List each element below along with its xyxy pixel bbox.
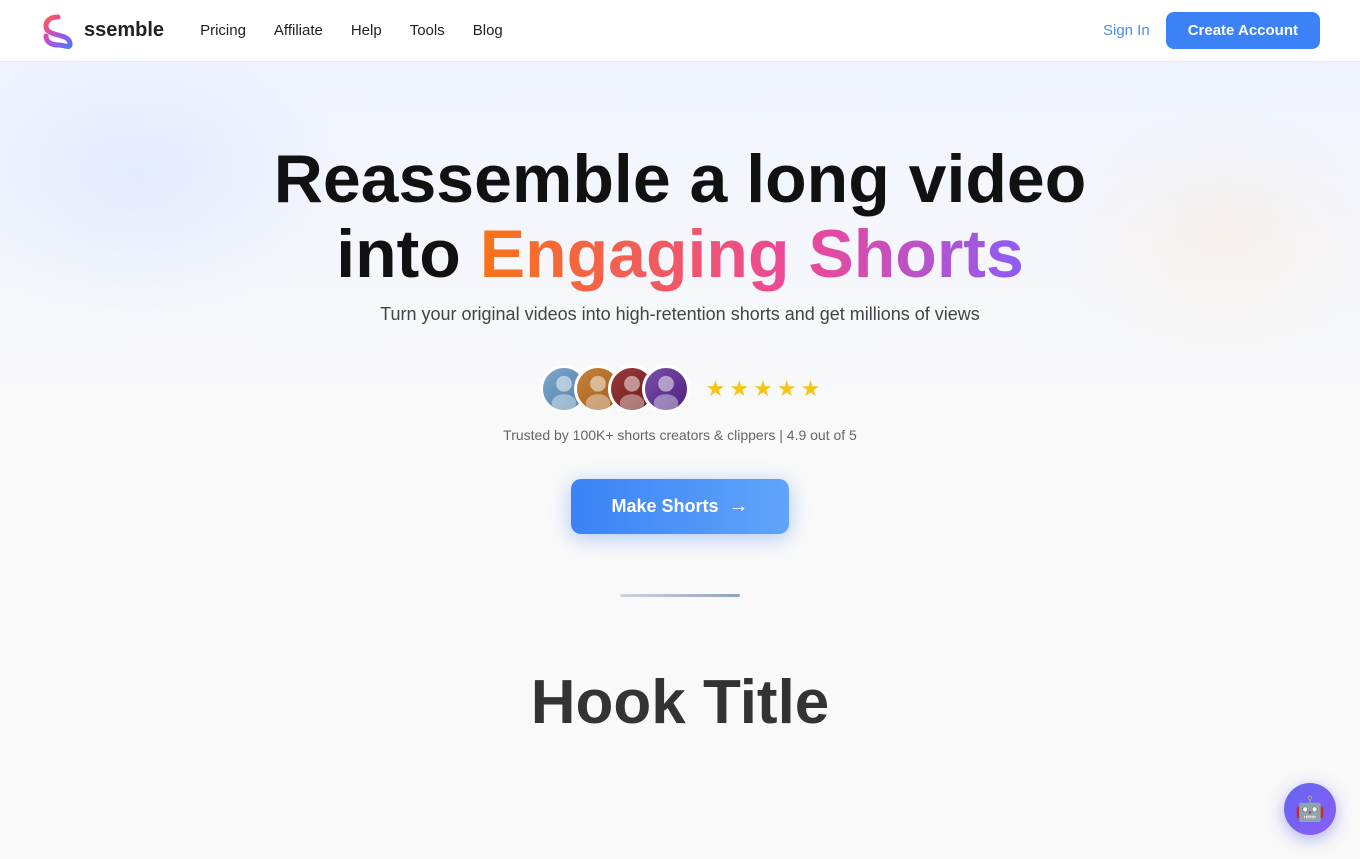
nav-link-pricing[interactable]: Pricing <box>200 22 246 39</box>
star-rating: ★ ★ ★ ★ ★ <box>706 376 821 402</box>
below-fold-title: Hook Title <box>20 667 1340 738</box>
logo-link[interactable]: ssemble <box>40 13 164 49</box>
hero-subtitle: Turn your original videos into high-rete… <box>380 304 980 325</box>
nav-right: Sign In Create Account <box>1103 12 1320 49</box>
star-4: ★ <box>777 376 797 402</box>
cta-arrow-icon: → <box>729 495 749 518</box>
star-2: ★ <box>729 376 749 402</box>
create-account-button[interactable]: Create Account <box>1166 12 1320 49</box>
nav-left: ssemble Pricing Affiliate Help Tools Blo… <box>40 13 503 49</box>
hero-section: Reassemble a long video into Engaging Sh… <box>0 62 1360 637</box>
scroll-indicator <box>620 594 740 597</box>
logo-icon <box>40 13 76 49</box>
hero-title-shorts: Shorts <box>808 216 1023 292</box>
star-1: ★ <box>706 376 726 402</box>
avatar-4 <box>642 365 690 413</box>
hero-title-line1: Reassemble a long video <box>274 141 1087 217</box>
star-5: ★ <box>801 376 821 402</box>
nav-link-affiliate[interactable]: Affiliate <box>274 22 323 39</box>
cta-label: Make Shorts <box>611 496 718 517</box>
navbar: ssemble Pricing Affiliate Help Tools Blo… <box>0 0 1360 62</box>
hero-title-into: into <box>336 216 480 292</box>
hero-title: Reassemble a long video into Engaging Sh… <box>274 142 1087 292</box>
trust-text: Trusted by 100K+ shorts creators & clipp… <box>503 427 857 443</box>
nav-links: Pricing Affiliate Help Tools Blog <box>200 22 503 40</box>
make-shorts-button[interactable]: Make Shorts → <box>571 479 788 534</box>
hero-title-line2: into Engaging Shorts <box>274 217 1087 292</box>
nav-link-help[interactable]: Help <box>351 22 382 39</box>
signin-button[interactable]: Sign In <box>1103 22 1150 39</box>
chatbot-icon: 🤖 <box>1295 795 1325 824</box>
hero-title-engaging: Engaging <box>480 216 790 292</box>
nav-link-blog[interactable]: Blog <box>473 22 503 39</box>
star-3: ★ <box>753 376 773 402</box>
avatar-icon-4 <box>645 365 687 413</box>
logo-text: ssemble <box>84 19 164 42</box>
below-fold-section: Hook Title <box>0 637 1360 738</box>
nav-link-tools[interactable]: Tools <box>410 22 445 39</box>
chatbot-bubble[interactable]: 🤖 <box>1284 783 1336 835</box>
social-proof: ★ ★ ★ ★ ★ <box>540 365 821 413</box>
avatars-group <box>540 365 690 413</box>
